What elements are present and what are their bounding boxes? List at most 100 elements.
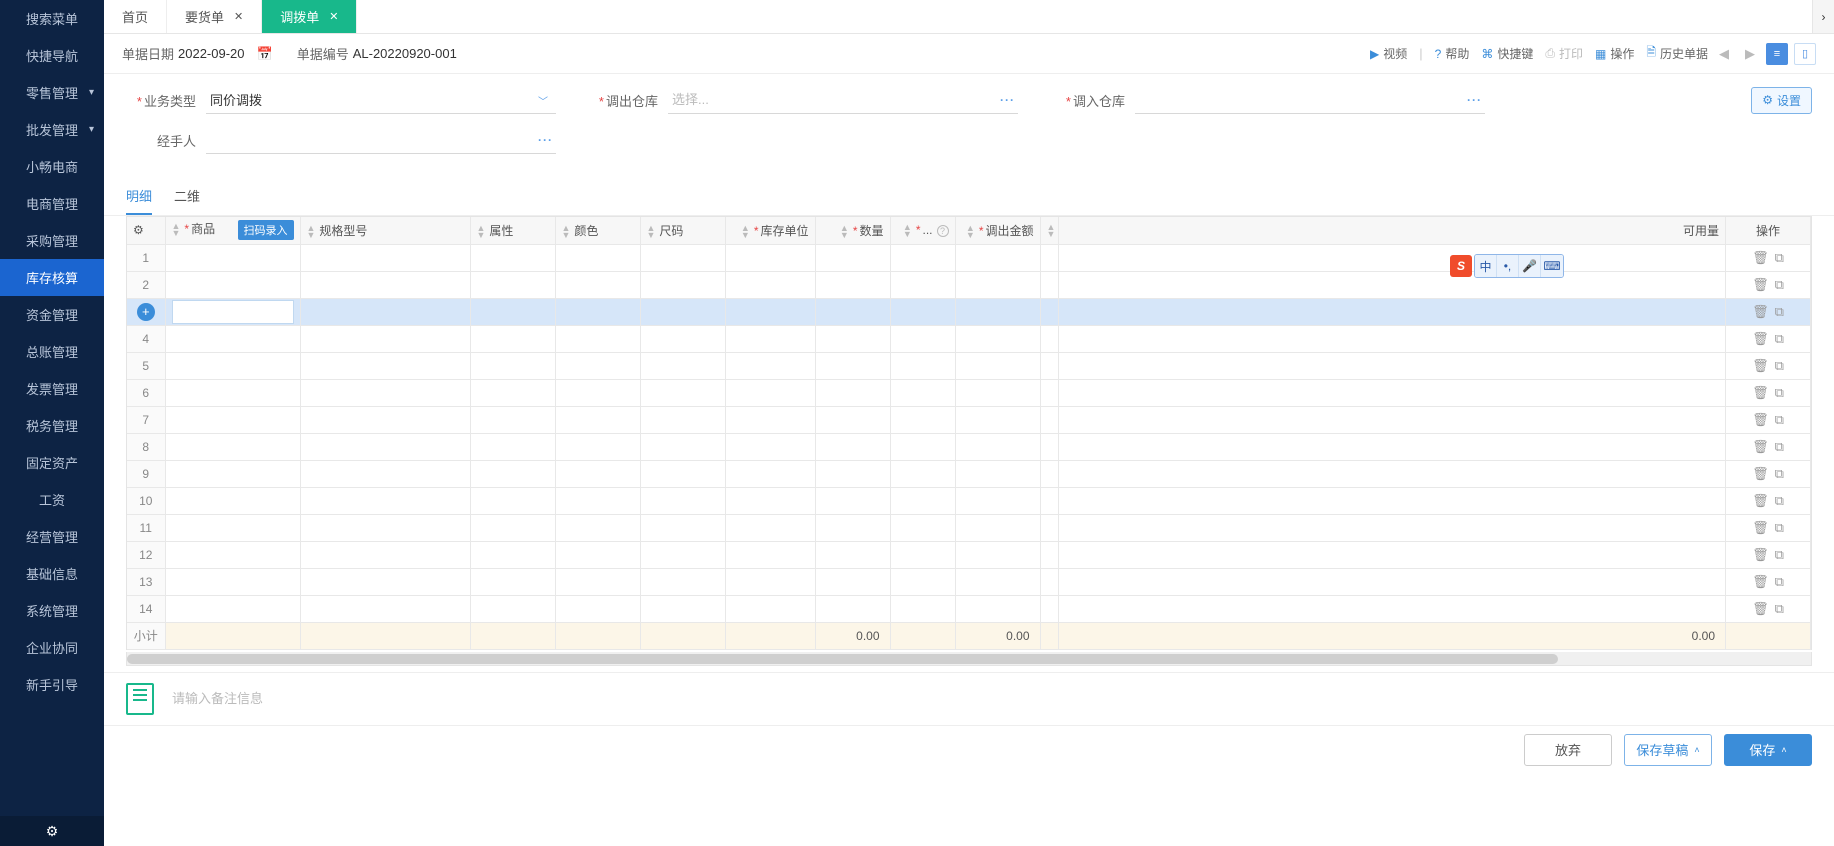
cell[interactable]: [725, 487, 815, 514]
table-row[interactable]: 12🗑⧉: [127, 541, 1811, 568]
col-unit[interactable]: ▲▼*库存单位: [725, 217, 815, 244]
cell[interactable]: [640, 325, 725, 352]
cell[interactable]: [725, 271, 815, 298]
cell[interactable]: [165, 595, 300, 622]
ime-keyboard-icon[interactable]: ⌨: [1541, 255, 1563, 277]
cell[interactable]: [165, 298, 300, 325]
save-button[interactable]: 保存˄: [1724, 734, 1812, 766]
sidebar-item[interactable]: 快捷导航: [0, 37, 104, 74]
cell[interactable]: [815, 460, 890, 487]
cell[interactable]: [300, 352, 470, 379]
cell[interactable]: [955, 433, 1040, 460]
sidebar-settings[interactable]: ⚙: [0, 816, 104, 846]
cell[interactable]: [890, 514, 955, 541]
cell[interactable]: [815, 244, 890, 271]
help-link[interactable]: ?帮助: [1435, 45, 1470, 62]
cell[interactable]: [165, 568, 300, 595]
col-size[interactable]: ▲▼尺码: [640, 217, 725, 244]
sidebar-item[interactable]: 总账管理: [0, 333, 104, 370]
cell[interactable]: [725, 298, 815, 325]
cell[interactable]: [955, 487, 1040, 514]
delete-row-icon[interactable]: 🗑: [1752, 385, 1769, 400]
copy-row-icon[interactable]: ⧉: [1775, 466, 1784, 481]
cell[interactable]: [640, 568, 725, 595]
cell[interactable]: [1058, 595, 1726, 622]
delete-row-icon[interactable]: 🗑: [1752, 547, 1769, 562]
cell[interactable]: [955, 379, 1040, 406]
cell[interactable]: [165, 487, 300, 514]
cell[interactable]: [1058, 460, 1726, 487]
cell[interactable]: [815, 487, 890, 514]
sidebar-item[interactable]: 搜索菜单: [0, 0, 104, 37]
copy-row-icon[interactable]: ⧉: [1775, 439, 1784, 454]
close-icon[interactable]: ✕: [329, 10, 338, 23]
sort-icon[interactable]: ▲▼: [172, 223, 181, 237]
cell[interactable]: [890, 325, 955, 352]
row-number[interactable]: 10: [127, 487, 165, 514]
cell[interactable]: [300, 406, 470, 433]
col-blank[interactable]: ▲▼: [1040, 217, 1058, 244]
table-row[interactable]: 10🗑⧉: [127, 487, 1811, 514]
cell[interactable]: [725, 433, 815, 460]
video-link[interactable]: ▶视频: [1370, 45, 1407, 62]
history-link[interactable]: 🗎历史单据: [1646, 43, 1708, 64]
cell[interactable]: [725, 541, 815, 568]
cell[interactable]: [1058, 271, 1726, 298]
cell[interactable]: [555, 433, 640, 460]
delete-row-icon[interactable]: 🗑: [1752, 493, 1769, 508]
table-row[interactable]: 11🗑⧉: [127, 514, 1811, 541]
sidebar-item[interactable]: 固定资产: [0, 444, 104, 481]
sidebar-item[interactable]: 工资: [0, 481, 104, 518]
cell[interactable]: [890, 379, 955, 406]
cell[interactable]: [1040, 460, 1058, 487]
cell[interactable]: [1058, 379, 1726, 406]
out-warehouse-input[interactable]: [668, 86, 1018, 114]
cell[interactable]: [165, 433, 300, 460]
sidebar-item[interactable]: 企业协同: [0, 629, 104, 666]
sidebar-item[interactable]: 零售管理▾: [0, 74, 104, 111]
cell[interactable]: [955, 541, 1040, 568]
column-settings-icon[interactable]: ⚙: [127, 217, 165, 244]
sidebar-item[interactable]: 批发管理▾: [0, 111, 104, 148]
cell[interactable]: [1040, 568, 1058, 595]
doc-date-value[interactable]: 2022-09-20: [178, 46, 245, 61]
cell[interactable]: [890, 595, 955, 622]
sidebar-item[interactable]: 经营管理: [0, 518, 104, 555]
cell[interactable]: [165, 244, 300, 271]
cell[interactable]: [640, 487, 725, 514]
row-number[interactable]: 5: [127, 352, 165, 379]
cell[interactable]: [1040, 595, 1058, 622]
sidebar-item[interactable]: 基础信息: [0, 555, 104, 592]
sidebar-item[interactable]: 库存核算: [0, 259, 104, 296]
cell[interactable]: [955, 595, 1040, 622]
cell[interactable]: [815, 352, 890, 379]
picker-icon[interactable]: ···: [538, 133, 553, 147]
cell[interactable]: [300, 460, 470, 487]
settings-button[interactable]: ⚙设置: [1751, 87, 1812, 114]
sogou-icon[interactable]: S: [1450, 255, 1472, 277]
sidebar-item[interactable]: 采购管理: [0, 222, 104, 259]
row-number[interactable]: 1: [127, 244, 165, 271]
copy-row-icon[interactable]: ⧉: [1775, 412, 1784, 427]
cell[interactable]: [470, 568, 555, 595]
cell[interactable]: [890, 244, 955, 271]
sort-icon[interactable]: ▲▼: [477, 225, 486, 239]
cell[interactable]: [640, 352, 725, 379]
view-list-icon[interactable]: ≡: [1766, 43, 1788, 65]
cell[interactable]: [815, 379, 890, 406]
cell[interactable]: [815, 406, 890, 433]
cell[interactable]: [1058, 352, 1726, 379]
sidebar-item[interactable]: 税务管理: [0, 407, 104, 444]
copy-row-icon[interactable]: ⧉: [1775, 601, 1784, 616]
row-number[interactable]: 2: [127, 271, 165, 298]
view-card-icon[interactable]: ▯: [1794, 43, 1816, 65]
cell[interactable]: [555, 595, 640, 622]
col-color[interactable]: ▲▼颜色: [555, 217, 640, 244]
cell[interactable]: [1040, 487, 1058, 514]
copy-row-icon[interactable]: ⧉: [1775, 358, 1784, 373]
cell[interactable]: [725, 568, 815, 595]
cell[interactable]: [165, 460, 300, 487]
copy-row-icon[interactable]: ⧉: [1775, 574, 1784, 589]
cell[interactable]: [300, 487, 470, 514]
delete-row-icon[interactable]: 🗑: [1752, 520, 1769, 535]
